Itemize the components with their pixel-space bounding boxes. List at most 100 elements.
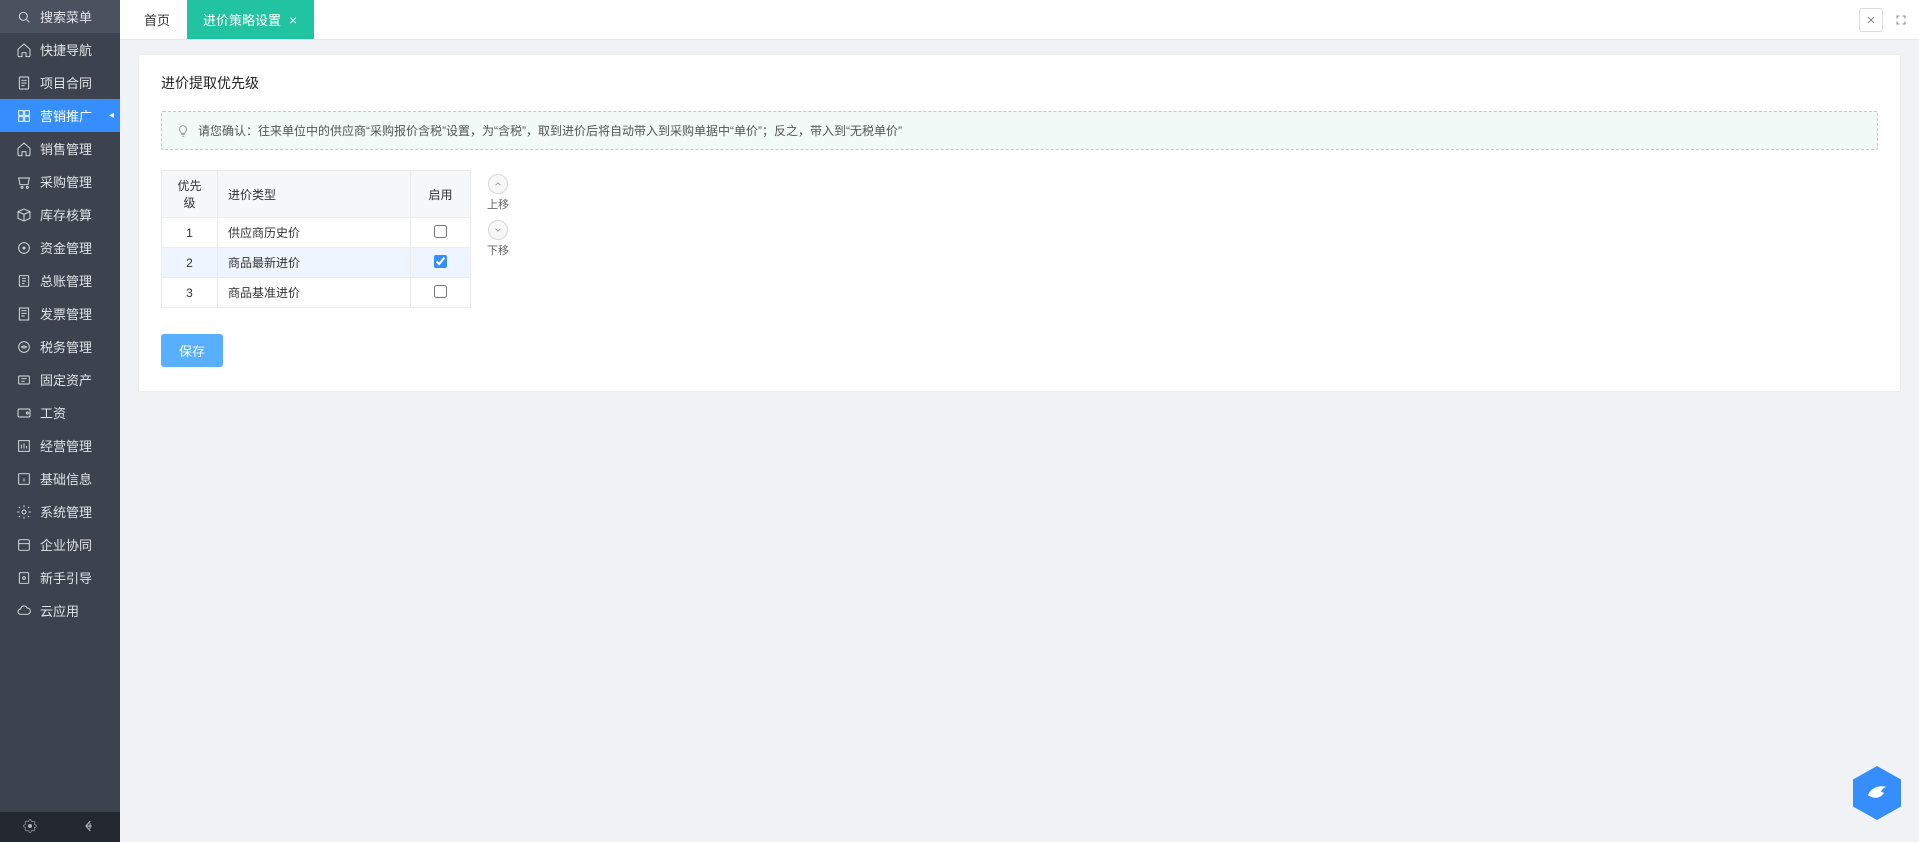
cell-priority: 1 [162,218,218,248]
sidebar-footer [0,812,120,842]
sidebar-item-label: 基础信息 [40,469,92,488]
grid-icon [16,108,32,124]
col-type: 进价类型 [218,171,411,218]
sidebar-item-14[interactable]: 基础信息 [0,462,120,495]
tab-close-icon[interactable]: × [289,13,297,27]
cell-enabled [411,278,471,308]
settings-button[interactable] [0,819,60,836]
sidebar-item-4[interactable]: 销售管理 [0,132,120,165]
assistant-fab[interactable] [1853,766,1901,820]
asset-icon [16,372,32,388]
search-icon [16,9,32,25]
sidebar-item-1[interactable]: 快捷导航 [0,33,120,66]
enable-checkbox[interactable] [434,225,447,238]
tab-label: 进价策略设置 [203,10,281,29]
sidebar-item-11[interactable]: 固定资产 [0,363,120,396]
cloud-icon [16,603,32,619]
home-icon [16,42,32,58]
cell-enabled [411,218,471,248]
collab-icon [16,537,32,553]
sidebar-item-16[interactable]: 企业协同 [0,528,120,561]
sidebar-item-label: 工资 [40,403,66,422]
info-icon [16,471,32,487]
cell-enabled [411,248,471,278]
tab-label: 首页 [144,10,170,29]
sidebar-item-6[interactable]: 库存核算 [0,198,120,231]
sidebar-item-label: 项目合同 [40,73,92,92]
close-all-tabs-button[interactable] [1859,8,1883,32]
table-row[interactable]: 1供应商历史价 [162,218,471,248]
biz-icon [16,438,32,454]
collapse-sidebar-button[interactable] [60,819,120,836]
sidebar-item-12[interactable]: 工资 [0,396,120,429]
sidebar-item-5[interactable]: 采购管理 [0,165,120,198]
lightbulb-icon [176,124,190,138]
cell-type: 供应商历史价 [218,218,411,248]
cell-type: 商品基准进价 [218,278,411,308]
sidebar-item-15[interactable]: 系统管理 [0,495,120,528]
move-down-button[interactable] [488,220,508,240]
box-icon [16,207,32,223]
sidebar-item-9[interactable]: 发票管理 [0,297,120,330]
sidebar-item-13[interactable]: 经营管理 [0,429,120,462]
col-priority: 优先级 [162,171,218,218]
sidebar-item-label: 新手引导 [40,568,92,587]
home-icon [16,141,32,157]
sidebar-item-17[interactable]: 新手引导 [0,561,120,594]
cell-priority: 2 [162,248,218,278]
sidebar-item-label: 经营管理 [40,436,92,455]
sidebar: 搜索菜单快捷导航项目合同营销推广 ◂ 销售管理采购管理库存核算资金管理总账管理发票管… [0,0,120,842]
gear-icon [16,504,32,520]
table-row[interactable]: 3商品基准进价 [162,278,471,308]
sidebar-item-label: 企业协同 [40,535,92,554]
chevron-left-icon: ◂ [109,110,114,121]
enable-checkbox[interactable] [434,255,447,268]
ledger-icon [16,273,32,289]
info-tip: 请您确认：往来单位中的供应商“采购报价含税”设置，为“含税”，取到进价后将自动带… [161,111,1878,150]
sidebar-item-7[interactable]: 资金管理 [0,231,120,264]
sidebar-item-label: 营销推广 [40,106,92,125]
priority-table: 优先级 进价类型 启用 1供应商历史价2商品最新进价3商品基准进价 [161,170,471,308]
sidebar-item-label: 总账管理 [40,271,92,290]
cell-priority: 3 [162,278,218,308]
tax-icon [16,339,32,355]
table-row[interactable]: 2商品最新进价 [162,248,471,278]
info-tip-text: 请您确认：往来单位中的供应商“采购报价含税”设置，为“含税”，取到进价后将自动带… [198,122,902,139]
sidebar-item-label: 销售管理 [40,139,92,158]
move-down-label: 下移 [487,242,509,258]
sidebar-item-label: 云应用 [40,601,79,620]
sidebar-item-label: 发票管理 [40,304,92,323]
sidebar-item-2[interactable]: 项目合同 [0,66,120,99]
bird-icon [1853,766,1901,820]
page-body: 进价提取优先级 请您确认：往来单位中的供应商“采购报价含税”设置，为“含税”，取… [120,40,1919,842]
invoice-icon [16,306,32,322]
guide-icon [16,570,32,586]
save-button[interactable]: 保存 [161,334,223,367]
tab-1[interactable]: 进价策略设置 × [187,0,314,39]
reorder-controls: 上移 下移 [487,170,509,264]
sidebar-item-label: 库存核算 [40,205,92,224]
sidebar-item-0[interactable]: 搜索菜单 [0,0,120,33]
sidebar-item-18[interactable]: 云应用 [0,594,120,627]
coin-icon [16,240,32,256]
sidebar-item-label: 搜索菜单 [40,7,92,26]
cart-icon [16,174,32,190]
move-up-label: 上移 [487,196,509,212]
sidebar-item-label: 采购管理 [40,172,92,191]
cell-type: 商品最新进价 [218,248,411,278]
tab-0[interactable]: 首页 [128,0,187,39]
sidebar-item-label: 税务管理 [40,337,92,356]
main: 首页 进价策略设置 × 进价提取优先级 请您确认：往来单位中的供应商“采购报价含税”… [120,0,1919,842]
settings-card: 进价提取优先级 请您确认：往来单位中的供应商“采购报价含税”设置，为“含税”，取… [138,54,1901,392]
move-up-button[interactable] [488,174,508,194]
fullscreen-button[interactable] [1889,8,1913,32]
enable-checkbox[interactable] [434,285,447,298]
tab-bar: 首页 进价策略设置 × [120,0,1919,40]
sidebar-item-8[interactable]: 总账管理 [0,264,120,297]
doc-icon [16,75,32,91]
sidebar-item-3[interactable]: 营销推广 ◂ [0,99,120,132]
page-title: 进价提取优先级 [161,73,1878,93]
col-enabled: 启用 [411,171,471,218]
sidebar-item-10[interactable]: 税务管理 [0,330,120,363]
wallet-icon [16,405,32,421]
